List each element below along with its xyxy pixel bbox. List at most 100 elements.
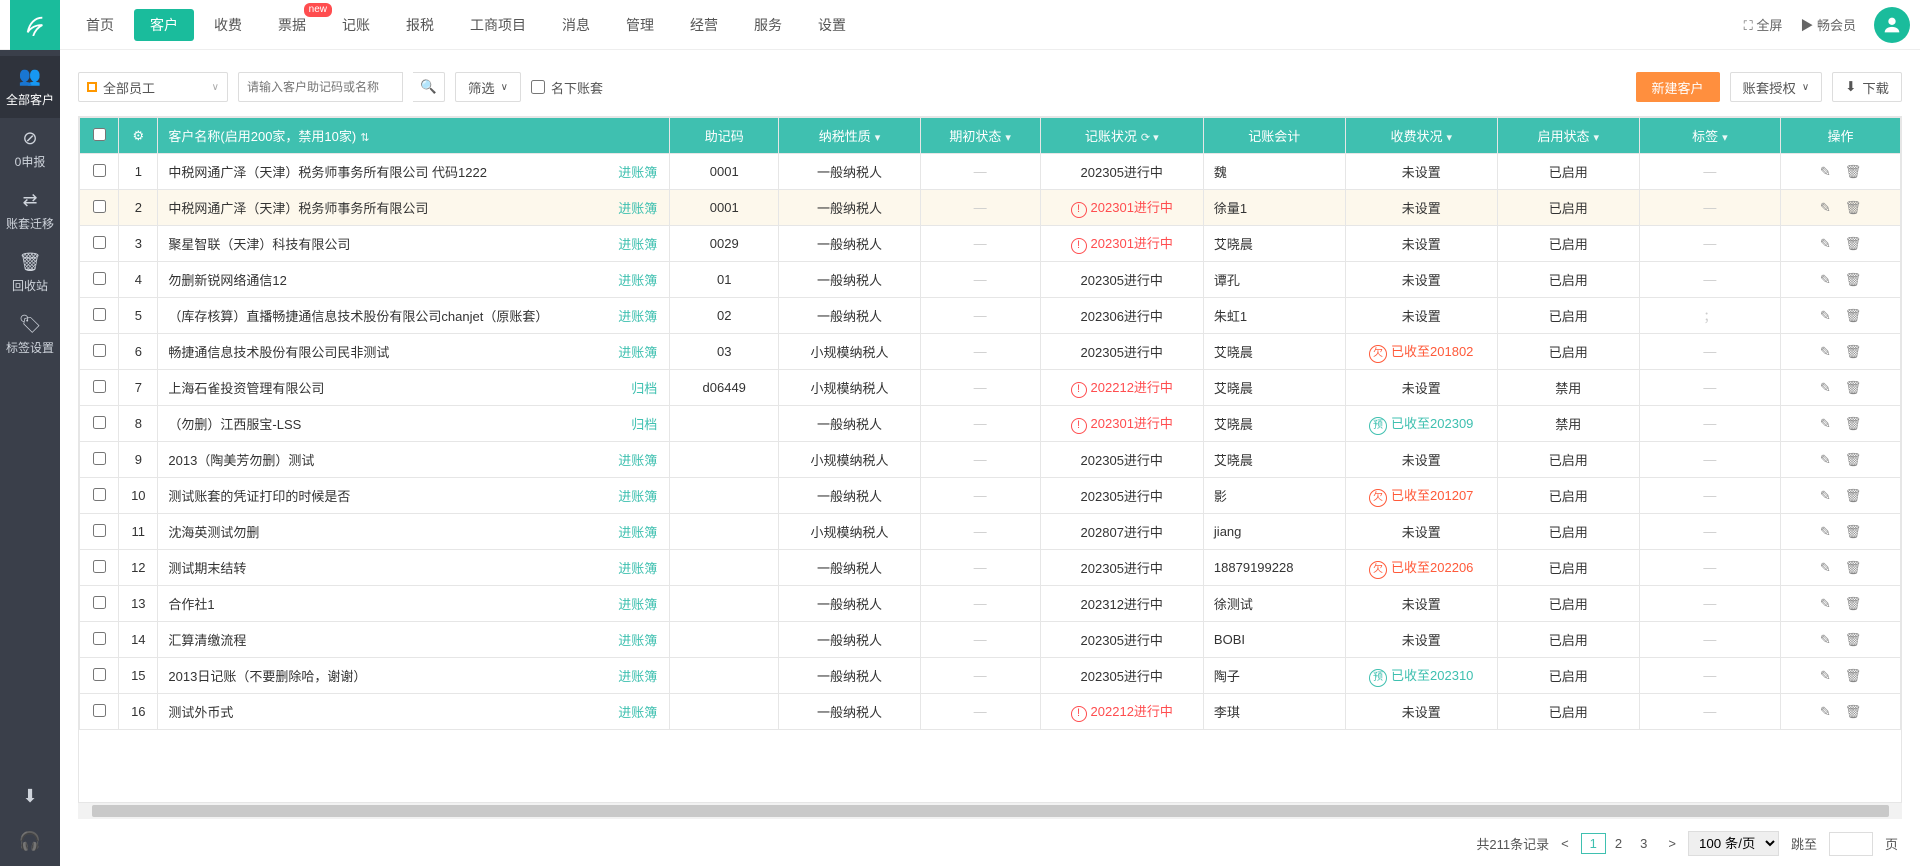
employee-select[interactable]: 全部员工 ∨ bbox=[78, 72, 228, 102]
enter-books-link[interactable]: 进账簿 bbox=[618, 558, 657, 577]
customer-name[interactable]: 沈海英测试勿删进账簿 bbox=[158, 514, 670, 550]
delete-icon[interactable]: 🗑 bbox=[1838, 488, 1869, 503]
search-button[interactable]: 🔍 bbox=[413, 72, 445, 102]
col-name[interactable]: 客户名称(启用200家，禁用10家)⇅ bbox=[158, 118, 670, 154]
nav-item-9[interactable]: 经营 bbox=[674, 9, 734, 41]
row-checkbox[interactable] bbox=[80, 226, 119, 262]
edit-icon[interactable]: ✎ bbox=[1813, 452, 1838, 467]
auth-button[interactable]: 账套授权∨ bbox=[1730, 72, 1823, 102]
no-books-checkbox[interactable]: 名下账套 bbox=[531, 78, 603, 97]
edit-icon[interactable]: ✎ bbox=[1813, 632, 1838, 647]
customer-name[interactable]: 合作社1进账簿 bbox=[158, 586, 670, 622]
enter-books-link[interactable]: 进账簿 bbox=[618, 594, 657, 613]
delete-icon[interactable]: 🗑 bbox=[1838, 596, 1869, 611]
delete-icon[interactable]: 🗑 bbox=[1838, 272, 1869, 287]
nav-item-8[interactable]: 管理 bbox=[610, 9, 670, 41]
delete-icon[interactable]: 🗑 bbox=[1838, 236, 1869, 251]
row-checkbox[interactable] bbox=[80, 262, 119, 298]
enter-books-link[interactable]: 进账簿 bbox=[618, 666, 657, 685]
delete-icon[interactable]: 🗑 bbox=[1838, 524, 1869, 539]
enter-books-link[interactable]: 进账簿 bbox=[618, 162, 657, 181]
nav-item-2[interactable]: 收费 bbox=[198, 9, 258, 41]
customer-name[interactable]: 勿删新锐网络通信12进账簿 bbox=[158, 262, 670, 298]
download-button[interactable]: ⬇ 下载 bbox=[1832, 72, 1902, 102]
col-gear[interactable]: ⚙ bbox=[119, 118, 158, 154]
delete-icon[interactable]: 🗑 bbox=[1838, 344, 1869, 359]
row-checkbox[interactable] bbox=[80, 370, 119, 406]
enter-books-link[interactable]: 归档 bbox=[631, 414, 657, 433]
page-next[interactable]: > bbox=[1668, 836, 1676, 851]
delete-icon[interactable]: 🗑 bbox=[1838, 164, 1869, 179]
col-checkbox[interactable] bbox=[80, 118, 119, 154]
enter-books-link[interactable]: 进账簿 bbox=[618, 306, 657, 325]
enter-books-link[interactable]: 进账簿 bbox=[618, 450, 657, 469]
nav-item-3[interactable]: 票据new bbox=[262, 9, 322, 41]
edit-icon[interactable]: ✎ bbox=[1813, 236, 1838, 251]
customer-name[interactable]: 2013日记账（不要删除哈，谢谢）进账簿 bbox=[158, 658, 670, 694]
col-tag[interactable]: 标签▾ bbox=[1639, 118, 1781, 154]
nav-item-10[interactable]: 服务 bbox=[738, 9, 798, 41]
row-checkbox[interactable] bbox=[80, 478, 119, 514]
customer-name[interactable]: 中税网通广泽（天津）税务师事务所有限公司 代码1222进账簿 bbox=[158, 154, 670, 190]
row-checkbox[interactable] bbox=[80, 298, 119, 334]
new-customer-button[interactable]: 新建客户 bbox=[1636, 72, 1720, 102]
nav-item-7[interactable]: 消息 bbox=[546, 9, 606, 41]
edit-icon[interactable]: ✎ bbox=[1813, 200, 1838, 215]
sidenav-item-1[interactable]: ⊘0申报 bbox=[0, 118, 60, 180]
delete-icon[interactable]: 🗑 bbox=[1838, 308, 1869, 323]
edit-icon[interactable]: ✎ bbox=[1813, 416, 1838, 431]
customer-name[interactable]: （勿删）江西服宝-LSS归档 bbox=[158, 406, 670, 442]
edit-icon[interactable]: ✎ bbox=[1813, 380, 1838, 395]
nav-item-11[interactable]: 设置 bbox=[802, 9, 862, 41]
row-checkbox[interactable] bbox=[80, 694, 119, 730]
col-book[interactable]: 记账状况⟳ ▾ bbox=[1040, 118, 1203, 154]
nav-item-4[interactable]: 记账 bbox=[326, 9, 386, 41]
nav-item-0[interactable]: 首页 bbox=[70, 9, 130, 41]
row-checkbox[interactable] bbox=[80, 622, 119, 658]
customer-name[interactable]: 上海石雀投资管理有限公司归档 bbox=[158, 370, 670, 406]
delete-icon[interactable]: 🗑 bbox=[1838, 668, 1869, 683]
row-checkbox[interactable] bbox=[80, 586, 119, 622]
edit-icon[interactable]: ✎ bbox=[1813, 344, 1838, 359]
edit-icon[interactable]: ✎ bbox=[1813, 704, 1838, 719]
page-number[interactable]: 3 bbox=[1631, 833, 1656, 854]
row-checkbox[interactable] bbox=[80, 442, 119, 478]
customer-name[interactable]: 2013（陶美芳勿删）测试进账簿 bbox=[158, 442, 670, 478]
enter-books-link[interactable]: 进账簿 bbox=[618, 702, 657, 721]
delete-icon[interactable]: 🗑 bbox=[1838, 560, 1869, 575]
customer-name[interactable]: 中税网通广泽（天津）税务师事务所有限公司进账簿 bbox=[158, 190, 670, 226]
delete-icon[interactable]: 🗑 bbox=[1838, 704, 1869, 719]
edit-icon[interactable]: ✎ bbox=[1813, 596, 1838, 611]
delete-icon[interactable]: 🗑 bbox=[1838, 380, 1869, 395]
avatar[interactable] bbox=[1874, 7, 1910, 43]
enter-books-link[interactable]: 进账簿 bbox=[618, 486, 657, 505]
search-input[interactable] bbox=[238, 72, 403, 102]
customer-name[interactable]: 聚星智联（天津）科技有限公司进账簿 bbox=[158, 226, 670, 262]
sidenav-bottom-0[interactable]: ⬇ bbox=[0, 776, 60, 821]
nav-item-6[interactable]: 工商项目 bbox=[454, 9, 542, 41]
col-accountant[interactable]: 记账会计 bbox=[1203, 118, 1345, 154]
customer-name[interactable]: 测试账套的凭证打印的时候是否进账簿 bbox=[158, 478, 670, 514]
filter-button[interactable]: 筛选∨ bbox=[455, 72, 521, 102]
delete-icon[interactable]: 🗑 bbox=[1838, 200, 1869, 215]
row-checkbox[interactable] bbox=[80, 550, 119, 586]
enter-books-link[interactable]: 进账簿 bbox=[618, 198, 657, 217]
edit-icon[interactable]: ✎ bbox=[1813, 272, 1838, 287]
customer-name[interactable]: 测试外币式进账簿 bbox=[158, 694, 670, 730]
col-fee[interactable]: 收费状况▾ bbox=[1345, 118, 1497, 154]
enter-books-link[interactable]: 进账簿 bbox=[618, 342, 657, 361]
page-prev[interactable]: < bbox=[1561, 836, 1569, 851]
sidenav-item-0[interactable]: 👥全部客户 bbox=[0, 56, 60, 118]
sidenav-bottom-1[interactable]: 🎧 bbox=[0, 821, 60, 866]
customer-name[interactable]: 汇算清缴流程进账簿 bbox=[158, 622, 670, 658]
enter-books-link[interactable]: 归档 bbox=[631, 378, 657, 397]
nav-item-1[interactable]: 客户 bbox=[134, 9, 194, 41]
sidenav-item-2[interactable]: ⇄账套迁移 bbox=[0, 180, 60, 242]
horizontal-scrollbar[interactable] bbox=[78, 803, 1902, 819]
delete-icon[interactable]: 🗑 bbox=[1838, 416, 1869, 431]
customer-name[interactable]: 测试期末结转进账簿 bbox=[158, 550, 670, 586]
delete-icon[interactable]: 🗑 bbox=[1838, 632, 1869, 647]
row-checkbox[interactable] bbox=[80, 154, 119, 190]
edit-icon[interactable]: ✎ bbox=[1813, 668, 1838, 683]
delete-icon[interactable]: 🗑 bbox=[1838, 452, 1869, 467]
